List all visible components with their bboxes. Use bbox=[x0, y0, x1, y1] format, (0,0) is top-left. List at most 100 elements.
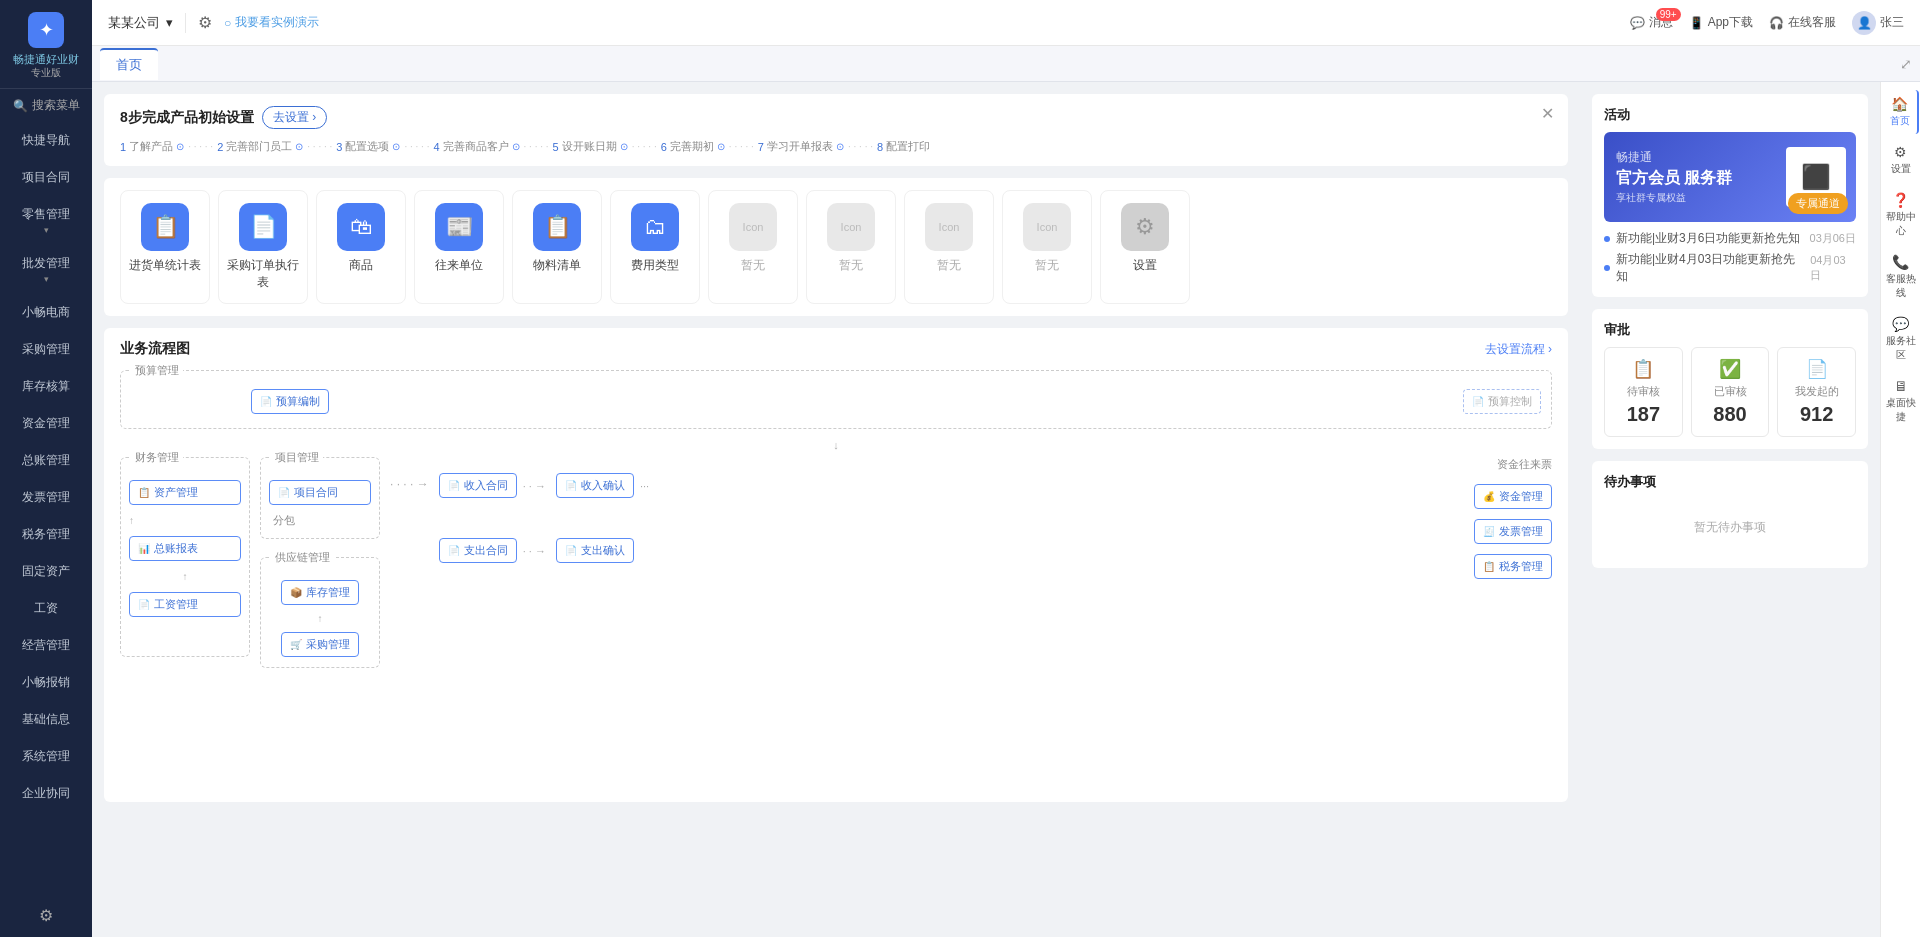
supply-area: 供应链管理 📦 库存管理 ↑ 🛒 采购管理 bbox=[260, 557, 380, 668]
asset-mgmt-node[interactable]: 📋 资产管理 bbox=[129, 480, 241, 505]
project-col: 项目管理 📄 项目合同 分包 bbox=[260, 457, 380, 678]
budget-control-node[interactable]: 📄 预算控制 bbox=[1463, 389, 1541, 414]
icon-cost-type[interactable]: 🗂 费用类型 bbox=[610, 190, 700, 304]
sidebar-item-general-ledger[interactable]: 总账管理 bbox=[0, 442, 92, 479]
sidebar-item-wholesale[interactable]: 批发管理 ▾ bbox=[0, 245, 92, 294]
approved-count: 880 bbox=[1713, 403, 1746, 426]
sidebar-item-ecommerce[interactable]: 小畅电商 bbox=[0, 294, 92, 331]
icon-goods[interactable]: 🛍 商品 bbox=[316, 190, 406, 304]
icon-partner[interactable]: 📰 往来单位 bbox=[414, 190, 504, 304]
expense-contract-node[interactable]: 📄 支出合同 bbox=[439, 538, 517, 563]
inventory-mgmt-node[interactable]: 📦 库存管理 bbox=[281, 580, 359, 605]
sidebar-item-fixed-assets[interactable]: 固定资产 bbox=[0, 553, 92, 590]
flow-settings-link[interactable]: 去设置流程 › bbox=[1485, 341, 1552, 358]
tab-home[interactable]: 首页 bbox=[100, 48, 158, 80]
my-submit-icon: 📄 bbox=[1806, 358, 1828, 380]
flow-arrow-down: ↓ bbox=[120, 439, 1552, 451]
sidebar-item-purchase[interactable]: 采购管理 bbox=[0, 331, 92, 368]
icon-empty1[interactable]: Icon 暂无 bbox=[708, 190, 798, 304]
approval-approved[interactable]: ✅ 已审核 880 bbox=[1691, 347, 1770, 437]
sidebar-item-enterprise[interactable]: 企业协同 bbox=[0, 775, 92, 812]
settings-icon: ⚙ bbox=[1121, 203, 1169, 251]
sidebar-item-quick-nav[interactable]: 快捷导航 bbox=[0, 122, 92, 159]
project-contract-node[interactable]: 📄 项目合同 bbox=[269, 480, 371, 505]
sidebar-item-system[interactable]: 系统管理 bbox=[0, 738, 92, 775]
icon-empty3[interactable]: Icon 暂无 bbox=[904, 190, 994, 304]
sr-desktop[interactable]: 🖥 桌面快捷 bbox=[1883, 372, 1919, 430]
icon-label: 进货单统计表 bbox=[129, 257, 201, 274]
ledger-report-node[interactable]: 📊 总账报表 bbox=[129, 536, 241, 561]
user-avatar-button[interactable]: 👤 张三 bbox=[1852, 11, 1904, 35]
sr-community[interactable]: 💬 服务社区 bbox=[1883, 310, 1919, 368]
sidebar-item-finance[interactable]: 资金管理 bbox=[0, 405, 92, 442]
setup-step-3[interactable]: 3配置选项⊙ bbox=[336, 139, 400, 154]
maximize-button[interactable]: ⤢ bbox=[1900, 56, 1912, 72]
sidebar-item-inventory[interactable]: 库存核算 bbox=[0, 368, 92, 405]
icon-material[interactable]: 📋 物料清单 bbox=[512, 190, 602, 304]
setup-step-8[interactable]: 8配置打印 bbox=[877, 139, 930, 154]
far-right-label: 资金往来票 bbox=[1474, 457, 1552, 472]
sr-service[interactable]: 📞 客服热线 bbox=[1883, 248, 1919, 306]
setup-button[interactable]: 去设置 › bbox=[262, 106, 327, 129]
help-icon: ❓ bbox=[1892, 192, 1909, 208]
setup-step-5[interactable]: 5设开账日期⊙ bbox=[553, 139, 628, 154]
sidebar-item-invoice[interactable]: 发票管理 bbox=[0, 479, 92, 516]
message-button[interactable]: 💬 消息 99+ bbox=[1630, 14, 1673, 31]
income-confirm-node[interactable]: 📄 收入确认 bbox=[556, 473, 634, 498]
demo-icon: ○ bbox=[224, 16, 231, 30]
income-contract-node[interactable]: 📄 收入合同 bbox=[439, 473, 517, 498]
demo-link[interactable]: ○ 我要看实例演示 bbox=[224, 14, 319, 31]
sidebar-item-ops[interactable]: 经营管理 bbox=[0, 627, 92, 664]
sr-help[interactable]: ❓ 帮助中心 bbox=[1883, 186, 1919, 244]
setup-step-6[interactable]: 6完善期初⊙ bbox=[661, 139, 725, 154]
approval-pending[interactable]: 📋 待审核 187 bbox=[1604, 347, 1683, 437]
sr-home[interactable]: 🏠 首页 bbox=[1883, 90, 1919, 134]
icon-empty4[interactable]: Icon 暂无 bbox=[1002, 190, 1092, 304]
icon-label: 往来单位 bbox=[435, 257, 483, 274]
news-item-1[interactable]: 新功能|业财3月6日功能更新抢先知 03月06日 bbox=[1604, 230, 1856, 247]
approved-icon: ✅ bbox=[1719, 358, 1741, 380]
sidebar-item-project-contract[interactable]: 项目合同 bbox=[0, 159, 92, 196]
sidebar-item-tax[interactable]: 税务管理 bbox=[0, 516, 92, 553]
sidebar-item-label: 小畅报销 bbox=[22, 674, 70, 691]
expense-confirm-node[interactable]: 📄 支出确认 bbox=[556, 538, 634, 563]
activity-banner[interactable]: 畅捷通 官方会员 服务群 享社群专属权益 ⬛ 专属通道 bbox=[1604, 132, 1856, 222]
sidebar-right: 🏠 首页 ⚙ 设置 ❓ 帮助中心 📞 客服热线 💬 服务社区 🖥 桌面快捷 bbox=[1880, 82, 1920, 937]
sidebar-settings-button[interactable]: ⚙ bbox=[0, 894, 92, 937]
purchase-mgmt-node[interactable]: 🛒 采购管理 bbox=[281, 632, 359, 657]
invoice-mgmt-node[interactable]: 🧾 发票管理 bbox=[1474, 519, 1552, 544]
banner-btn[interactable]: 专属通道 bbox=[1788, 193, 1848, 214]
icon-label: 采购订单执行表 bbox=[227, 257, 299, 291]
app-logo: ✦ 畅捷通好业财 专业版 bbox=[0, 0, 92, 89]
close-icon[interactable]: ✕ bbox=[1541, 104, 1554, 123]
sidebar-item-basic-info[interactable]: 基础信息 bbox=[0, 701, 92, 738]
sidebar-item-label: 经营管理 bbox=[22, 637, 70, 654]
setup-step-1[interactable]: 1了解产品⊙ bbox=[120, 139, 184, 154]
icon-settings[interactable]: ⚙ 设置 bbox=[1100, 190, 1190, 304]
icon-empty2[interactable]: Icon 暂无 bbox=[806, 190, 896, 304]
sidebar-item-label: 基础信息 bbox=[22, 711, 70, 728]
budget-make-node[interactable]: 📄 预算编制 bbox=[251, 389, 329, 414]
setup-step-7[interactable]: 7学习开单报表⊙ bbox=[758, 139, 844, 154]
settings-icon: ⚙ bbox=[1894, 144, 1907, 160]
sidebar-item-payroll[interactable]: 工资 bbox=[0, 590, 92, 627]
news-item-2[interactable]: 新功能|业财4月03日功能更新抢先知 04月03日 bbox=[1604, 251, 1856, 285]
company-selector[interactable]: 某某公司 ▾ bbox=[108, 14, 173, 32]
approval-my-submit[interactable]: 📄 我发起的 912 bbox=[1777, 347, 1856, 437]
salary-mgmt-node[interactable]: 📄 工资管理 bbox=[129, 592, 241, 617]
dot-icon bbox=[1604, 265, 1610, 271]
topbar-settings-icon[interactable]: ⚙ bbox=[198, 13, 212, 32]
sidebar-item-retail[interactable]: 零售管理 ▾ bbox=[0, 196, 92, 245]
app-download-button[interactable]: 📱 App下载 bbox=[1689, 14, 1753, 31]
icon-stock-report[interactable]: 📋 进货单统计表 bbox=[120, 190, 210, 304]
sr-settings[interactable]: ⚙ 设置 bbox=[1883, 138, 1919, 182]
tax-mgmt-node[interactable]: 📋 税务管理 bbox=[1474, 554, 1552, 579]
search-menu[interactable]: 🔍 搜索菜单 bbox=[0, 89, 92, 122]
icon-purchase-order[interactable]: 📄 采购订单执行表 bbox=[218, 190, 308, 304]
online-service-button[interactable]: 🎧 在线客服 bbox=[1769, 14, 1836, 31]
setup-step-4[interactable]: 4完善商品客户⊙ bbox=[433, 139, 519, 154]
icon-label: 物料清单 bbox=[533, 257, 581, 274]
sidebar-item-expense[interactable]: 小畅报销 bbox=[0, 664, 92, 701]
setup-step-2[interactable]: 2完善部门员工⊙ bbox=[217, 139, 303, 154]
finance-mgmt-node[interactable]: 💰 资金管理 bbox=[1474, 484, 1552, 509]
